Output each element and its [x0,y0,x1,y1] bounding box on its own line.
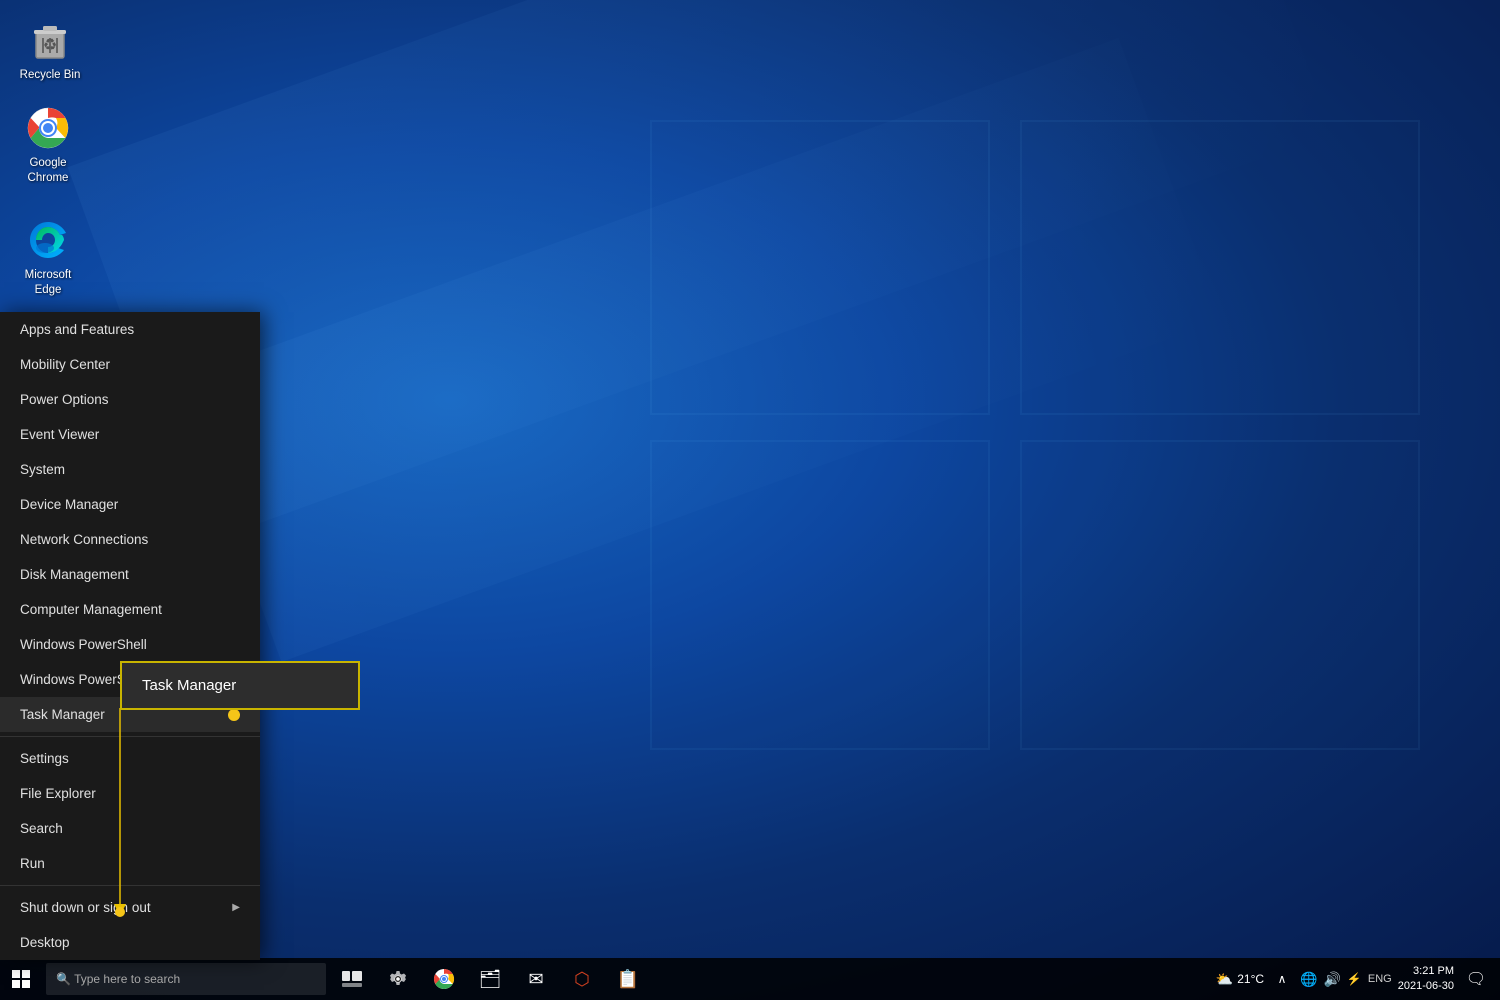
chrome-taskbar-button[interactable] [422,958,466,1000]
menu-separator-2 [0,885,260,886]
recycle-bin-image: ♻ [26,16,74,64]
file-explorer-icon: 🗂 [479,969,502,990]
chrome-taskbar-icon [433,968,455,990]
office-taskbar-button[interactable]: ⬡ [560,958,604,1000]
desktop-windows-logo [650,120,1400,820]
menu-item-apps-features[interactable]: Apps and Features [0,312,260,347]
context-menu: Apps and Features Mobility Center Power … [0,312,260,960]
task-manager-label: Task Manager [20,707,105,722]
recycle-bin-label: Recycle Bin [20,68,81,83]
file-explorer-taskbar-button[interactable]: 🗂 [468,958,512,1000]
show-hidden-icons-button[interactable]: ∧ [1270,958,1294,1000]
taskbar: 🔍 Type here to search [0,958,1500,1000]
menu-item-event-viewer[interactable]: Event Viewer [0,417,260,452]
menu-item-shut-down[interactable]: Shut down or sign out ▶ [0,890,260,925]
menu-item-windows-powershell[interactable]: Windows PowerShell [0,627,260,662]
settings-gear-icon [389,970,407,988]
volume-icon[interactable]: 🔊 [1323,971,1340,988]
task-view-icon [342,971,362,987]
edge-image [24,216,72,264]
task-view-button[interactable] [330,958,374,1000]
network-icon[interactable]: 🌐 [1300,971,1317,988]
microsoft-edge-icon[interactable]: Microsoft Edge [8,210,88,304]
menu-item-settings[interactable]: Settings [0,741,260,776]
recycle-bin-icon[interactable]: ♻ Recycle Bin [10,10,90,89]
taskbar-icons-group: 🗂 ✉ ⬡ 📋 [326,958,1216,1000]
battery-icon[interactable]: ⚡ [1347,972,1362,986]
language-indicator[interactable]: ENG [1368,973,1392,985]
notification-icon: 🗨 [1466,969,1486,989]
time-display: 3:21 PM [1413,964,1454,979]
clock-display[interactable]: 3:21 PM 2021-06-30 [1398,964,1454,995]
notes-icon: 📋 [617,969,639,990]
menu-item-desktop[interactable]: Desktop [0,925,260,960]
shut-down-arrow-icon: ▶ [232,902,240,913]
menu-item-search[interactable]: Search [0,811,260,846]
system-tray: ⛅ 21°C ∧ 🌐 🔊 ⚡ ENG 3:21 PM 2021-06-30 🗨 [1216,958,1500,1000]
chrome-label: Google Chrome [14,156,82,186]
menu-separator-1 [0,736,260,737]
office-icon: ⬡ [574,969,590,990]
date-display: 2021-06-30 [1398,979,1454,994]
menu-item-power-options[interactable]: Power Options [0,382,260,417]
desktop: ♻ Recycle Bin Google [0,0,1500,1000]
task-manager-dot [228,709,240,721]
task-manager-tooltip-label: Task Manager [142,677,236,694]
chrome-image [24,104,72,152]
windows-logo-icon [12,970,30,988]
weather-widget[interactable]: ⛅ 21°C [1216,971,1264,988]
mail-icon: ✉ [528,969,543,990]
svg-text:♻: ♻ [43,37,57,54]
start-button[interactable] [0,958,42,1000]
task-manager-tooltip: Task Manager [120,661,360,710]
google-chrome-icon[interactable]: Google Chrome [8,98,88,192]
menu-item-run[interactable]: Run [0,846,260,881]
mail-taskbar-button[interactable]: ✉ [514,958,558,1000]
taskbar-search-bar[interactable]: 🔍 Type here to search [46,963,326,995]
menu-item-mobility-center[interactable]: Mobility Center [0,347,260,382]
search-placeholder: 🔍 Type here to search [56,972,180,986]
notification-center-button[interactable]: 🗨 [1460,958,1492,1000]
menu-item-network-connections[interactable]: Network Connections [0,522,260,557]
temperature-display: 21°C [1237,972,1264,986]
notes-taskbar-button[interactable]: 📋 [606,958,650,1000]
weather-icon: ⛅ [1216,971,1233,988]
settings-taskbar-button[interactable] [376,958,420,1000]
edge-label: Microsoft Edge [14,268,82,298]
menu-item-file-explorer[interactable]: File Explorer [0,776,260,811]
menu-item-computer-management[interactable]: Computer Management [0,592,260,627]
menu-item-system[interactable]: System [0,452,260,487]
menu-item-device-manager[interactable]: Device Manager [0,487,260,522]
menu-item-disk-management[interactable]: Disk Management [0,557,260,592]
chevron-up-icon: ∧ [1278,972,1287,986]
